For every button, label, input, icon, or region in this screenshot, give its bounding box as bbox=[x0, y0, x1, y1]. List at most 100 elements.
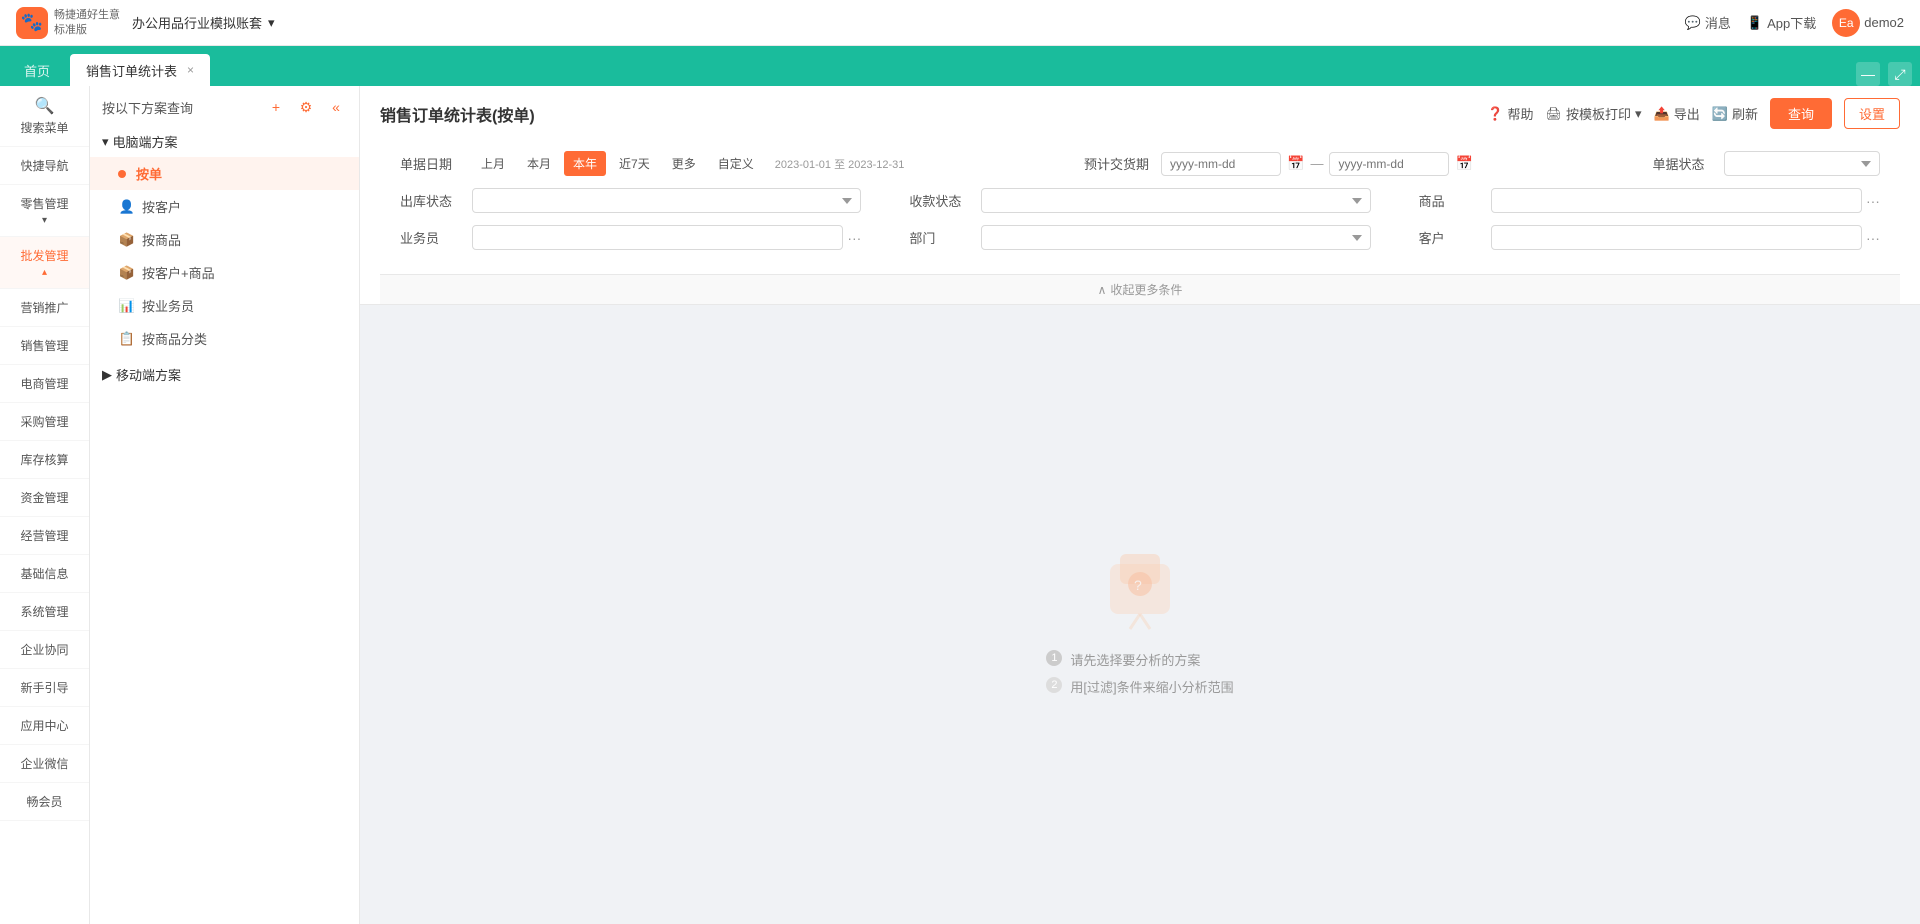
empty-tips: 1 请先选择要分析的方案 2 用[过滤]条件来缩小分析范围 bbox=[1046, 650, 1233, 696]
app-download-btn[interactable]: 📱 App下载 bbox=[1747, 13, 1816, 32]
sidebar-item-stock[interactable]: 库存核算 bbox=[0, 441, 89, 479]
more-btn[interactable]: 更多 bbox=[663, 151, 705, 176]
sidebar-item-apps[interactable]: 应用中心 bbox=[0, 707, 89, 745]
this-month-btn[interactable]: 本月 bbox=[518, 151, 560, 176]
salesman-input[interactable] bbox=[472, 225, 843, 250]
collapse-panel-btn[interactable]: « bbox=[325, 96, 347, 118]
tip-num-1: 1 bbox=[1046, 650, 1062, 666]
sidebar-item-wechat[interactable]: 企业微信 bbox=[0, 745, 89, 783]
salesman-more-btn[interactable]: ··· bbox=[847, 230, 861, 246]
date-input-group: 2023-01-01 至 2023-12-31 bbox=[775, 156, 905, 172]
salesman-scheme-icon: 📊 bbox=[118, 297, 136, 315]
message-btn[interactable]: 💬 消息 bbox=[1685, 13, 1731, 32]
this-year-btn[interactable]: 本年 bbox=[564, 151, 606, 176]
calendar-icon-1[interactable]: 📅 bbox=[1287, 155, 1304, 172]
expected-date-group: 📅 — 📅 bbox=[1161, 152, 1473, 176]
sidebar-item-coop[interactable]: 企业协同 bbox=[0, 631, 89, 669]
refresh-btn[interactable]: 🔄 刷新 bbox=[1712, 104, 1758, 123]
scheme-item-by-cust-goods[interactable]: 📦 按客户+商品 bbox=[90, 256, 359, 289]
tip-num-2: 2 bbox=[1046, 677, 1062, 693]
calendar-icon-2[interactable]: 📅 bbox=[1455, 155, 1472, 172]
sidebar-item-finance[interactable]: 资金管理 bbox=[0, 479, 89, 517]
sidebar-item-operation[interactable]: 经营管理 bbox=[0, 517, 89, 555]
help-btn[interactable]: ❓ 帮助 bbox=[1487, 104, 1533, 123]
print-btn[interactable]: 🖨 按模板打印 ▾ bbox=[1546, 104, 1642, 123]
salesman-label: 业务员 bbox=[400, 228, 460, 247]
refresh-icon: 🔄 bbox=[1712, 106, 1728, 122]
settings-scheme-btn[interactable]: ⚙ bbox=[295, 96, 317, 118]
filter-section: 单据日期 上月 本月 本年 近7天 更多 自定义 2023-01-01 至 20… bbox=[380, 139, 1900, 274]
category-scheme-icon: 📋 bbox=[118, 330, 136, 348]
sidebar-item-ecommerce[interactable]: 电商管理 bbox=[0, 365, 89, 403]
sidebar-item-basic[interactable]: 基础信息 bbox=[0, 555, 89, 593]
export-icon: 📤 bbox=[1654, 106, 1670, 122]
sidebar-item-wholesale[interactable]: 批发管理 ▴ bbox=[0, 237, 89, 289]
sidebar-item-system[interactable]: 系统管理 bbox=[0, 593, 89, 631]
logo-text: 畅捷通好生意 标准版 bbox=[54, 8, 120, 37]
mobile-scheme-group: ▶ 移动端方案 bbox=[90, 359, 359, 390]
breadcrumb-arrow[interactable]: ▾ bbox=[268, 15, 275, 31]
collapse-bar[interactable]: ∧ 收起更多条件 bbox=[380, 274, 1900, 304]
goods-scheme-icon: 📦 bbox=[118, 231, 136, 249]
ship-status-select[interactable] bbox=[472, 188, 861, 213]
scheme-item-by-goods[interactable]: 📦 按商品 bbox=[90, 223, 359, 256]
expand-btn[interactable]: ⤢ bbox=[1888, 62, 1912, 86]
customer-scheme-icon: 👤 bbox=[118, 198, 136, 216]
scheme-item-by-customer[interactable]: 👤 按客户 bbox=[90, 190, 359, 223]
status-label: 单据状态 bbox=[1652, 154, 1712, 173]
tab-sales-order[interactable]: 销售订单统计表 × bbox=[70, 54, 210, 86]
add-scheme-btn[interactable]: + bbox=[265, 96, 287, 118]
mobile-group-arrow: ▶ bbox=[102, 367, 112, 383]
export-btn[interactable]: 📤 导出 bbox=[1654, 104, 1700, 123]
dept-select[interactable] bbox=[981, 225, 1370, 250]
payment-status-label: 收款状态 bbox=[909, 191, 969, 210]
desktop-group-title[interactable]: ▾ 电脑端方案 bbox=[90, 126, 359, 157]
status-select[interactable] bbox=[1724, 151, 1880, 176]
active-indicator bbox=[118, 170, 126, 178]
sidebar-item-search[interactable]: 🔍 搜索菜单 bbox=[0, 86, 89, 147]
sidebar-item-sales[interactable]: 销售管理 bbox=[0, 327, 89, 365]
user-menu[interactable]: Ea demo2 bbox=[1832, 9, 1904, 37]
custom-btn[interactable]: 自定义 bbox=[709, 151, 763, 176]
sidebar-item-purchase[interactable]: 采购管理 bbox=[0, 403, 89, 441]
goods-more-btn[interactable]: ··· bbox=[1866, 193, 1880, 209]
cust-goods-scheme-icon: 📦 bbox=[118, 264, 136, 282]
last-month-btn[interactable]: 上月 bbox=[472, 151, 514, 176]
filter-row-3: 业务员 ··· 部门 客户 bbox=[400, 225, 1880, 250]
scheme-item-by-salesman[interactable]: 📊 按业务员 bbox=[90, 289, 359, 322]
desktop-scheme-group: ▾ 电脑端方案 按单 👤 按客户 📦 按商品 📦 按客户+商品 bbox=[90, 126, 359, 355]
empty-illustration: ? bbox=[1090, 534, 1190, 634]
collapse-icon: ∧ bbox=[1098, 283, 1107, 297]
topbar: 🐾 畅捷通好生意 标准版 办公用品行业模拟账套 ▾ 💬 消息 📱 App下载 E… bbox=[0, 0, 1920, 46]
sidebar-item-retail[interactable]: 零售管理 ▾ bbox=[0, 185, 89, 237]
search-icon: 🔍 bbox=[35, 96, 55, 116]
expected-date-to[interactable] bbox=[1329, 152, 1449, 176]
print-icon: 🖨 bbox=[1546, 106, 1563, 122]
filter-row-1: 单据日期 上月 本月 本年 近7天 更多 自定义 2023-01-01 至 20… bbox=[400, 151, 1880, 176]
empty-state: ? 1 请先选择要分析的方案 2 用[过滤]条件来缩小分析范围 bbox=[360, 305, 1920, 924]
minimize-btn[interactable]: — bbox=[1856, 62, 1880, 86]
tab-close-icon[interactable]: × bbox=[187, 63, 194, 77]
page-title: 销售订单统计表(按单) bbox=[380, 102, 535, 126]
retail-arrow: ▾ bbox=[42, 215, 47, 226]
customer-label: 客户 bbox=[1419, 228, 1479, 247]
wholesale-arrow: ▴ bbox=[42, 267, 47, 278]
tab-home[interactable]: 首页 bbox=[8, 54, 66, 86]
last7-btn[interactable]: 近7天 bbox=[610, 151, 659, 176]
sidebar-item-shortcut[interactable]: 快捷导航 bbox=[0, 147, 89, 185]
goods-input[interactable] bbox=[1491, 188, 1862, 213]
left-panel: 按以下方案查询 + ⚙ « ▾ 电脑端方案 按单 👤 按客户 bbox=[90, 86, 360, 924]
scheme-item-by-category[interactable]: 📋 按商品分类 bbox=[90, 322, 359, 355]
query-button[interactable]: 查询 bbox=[1770, 98, 1832, 129]
settings-button[interactable]: 设置 bbox=[1844, 98, 1900, 129]
customer-more-btn[interactable]: ··· bbox=[1866, 230, 1880, 246]
expected-date-from[interactable] bbox=[1161, 152, 1281, 176]
customer-input[interactable] bbox=[1491, 225, 1862, 250]
scheme-item-by-order[interactable]: 按单 bbox=[90, 157, 359, 190]
mobile-group-title[interactable]: ▶ 移动端方案 bbox=[90, 359, 359, 390]
date-sep: — bbox=[1310, 156, 1323, 171]
sidebar-item-marketing[interactable]: 营销推广 bbox=[0, 289, 89, 327]
sidebar-item-member[interactable]: 畅会员 bbox=[0, 783, 89, 821]
sidebar-item-guide[interactable]: 新手引导 bbox=[0, 669, 89, 707]
payment-status-select[interactable] bbox=[981, 188, 1370, 213]
